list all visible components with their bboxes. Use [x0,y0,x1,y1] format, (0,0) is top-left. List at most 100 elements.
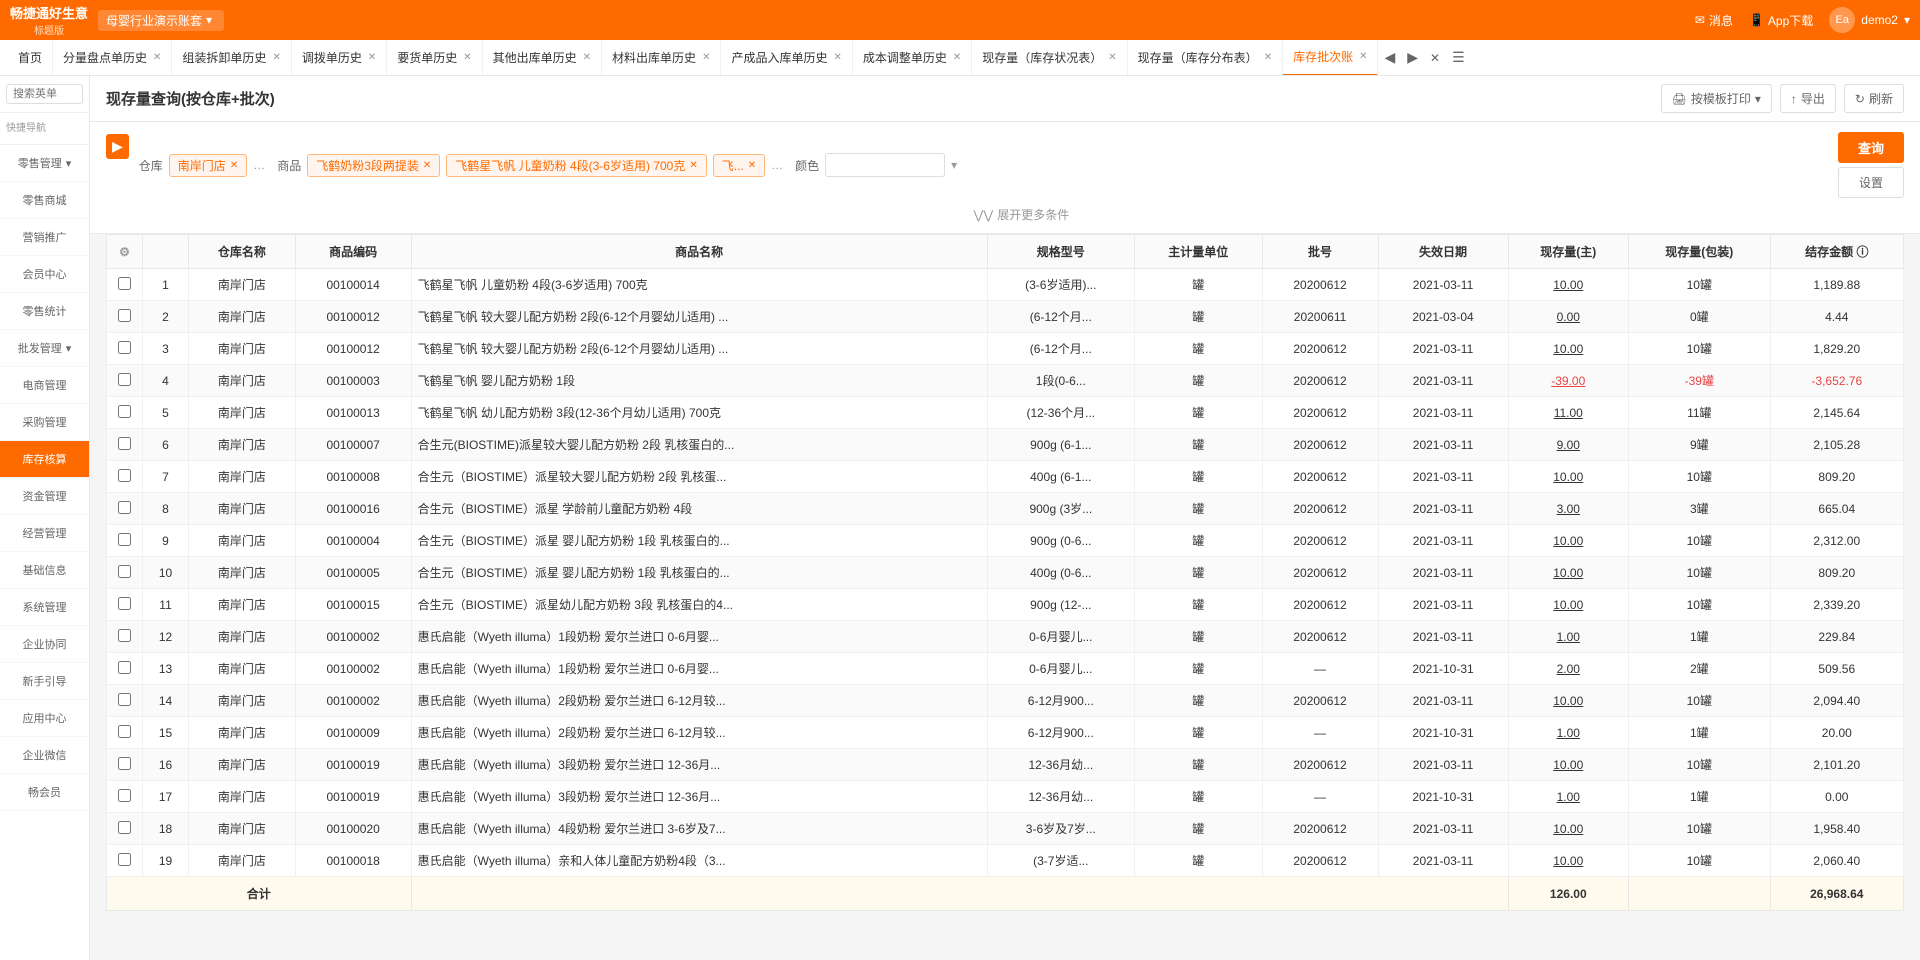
print-btn[interactable]: 🖨 按模板打印 ▾ [1661,84,1772,113]
app-download-btn[interactable]: 📱 App下载 [1749,12,1813,29]
product-tag-2[interactable]: 飞鹤星飞帆 儿童奶粉 4段(3-6岁适用) 700克 ✕ [446,154,706,177]
export-btn[interactable]: ↑ 导出 [1780,84,1836,113]
nav-tab-3[interactable]: 调拨单历史 ✕ [292,40,387,76]
sidebar-item-app-center[interactable]: 应用中心 [0,700,89,737]
sidebar-item-marketing[interactable]: 营销推广 [0,219,89,256]
row-qty[interactable]: 10.00 [1508,813,1629,845]
sidebar-item-inventory[interactable]: 库存核算 [0,441,89,478]
row-checkbox[interactable] [107,333,143,365]
sidebar-item-member[interactable]: 会员中心 [0,256,89,293]
expand-more-btn[interactable]: ⋁⋁ 展开更多条件 [974,206,1070,223]
row-qty-pkg: 10罐 [1629,845,1771,877]
row-checkbox[interactable] [107,525,143,557]
warehouse-tag[interactable]: 南岸门店 ✕ [169,154,247,177]
nav-tab-10[interactable]: 现存量（库存分布表） ✕ [1128,40,1283,76]
row-checkbox[interactable] [107,717,143,749]
row-qty[interactable]: 10.00 [1508,461,1629,493]
sidebar-item-operation[interactable]: 经营管理 [0,515,89,552]
sidebar-item-member2[interactable]: 畅会员 [0,774,89,811]
row-warehouse: 南岸门店 [189,525,296,557]
sidebar-item-wechat[interactable]: 企业微信 [0,737,89,774]
row-checkbox[interactable] [107,557,143,589]
row-checkbox[interactable] [107,365,143,397]
nav-arrow-left[interactable]: ◀ [1378,49,1401,66]
row-qty[interactable]: 9.00 [1508,429,1629,461]
nav-tab-1[interactable]: 分量盘点单历史 ✕ [53,40,172,76]
nav-tab-5[interactable]: 其他出库单历史 ✕ [483,40,602,76]
nav-menu-btn[interactable]: ☰ [1446,49,1471,66]
nav-arrow-right[interactable]: ▶ [1401,49,1424,66]
row-checkbox[interactable] [107,397,143,429]
row-checkbox[interactable] [107,589,143,621]
row-checkbox[interactable] [107,269,143,301]
nav-close-btn[interactable]: ✕ [1424,51,1446,65]
row-qty[interactable]: 1.00 [1508,781,1629,813]
product-tag-1[interactable]: 飞鹤奶粉3段两提装 ✕ [307,154,440,177]
row-qty[interactable]: 10.00 [1508,749,1629,781]
row-qty[interactable]: 3.00 [1508,493,1629,525]
row-checkbox[interactable] [107,845,143,877]
filter-expand-btn[interactable]: ▶ [106,134,129,159]
row-qty[interactable]: 10.00 [1508,269,1629,301]
row-checkbox[interactable] [107,813,143,845]
row-qty[interactable]: 10.00 [1508,557,1629,589]
sidebar-item-ecommerce[interactable]: 电商管理 [0,367,89,404]
color-filter: 颜色 ▾ [795,153,957,177]
sidebar-item-wholesale[interactable]: 批发管理 ▾ [0,330,89,367]
row-checkbox[interactable] [107,429,143,461]
sidebar-item-finance[interactable]: 资金管理 [0,478,89,515]
color-input[interactable] [825,153,945,177]
nav-tab-4[interactable]: 要货单历史 ✕ [387,40,482,76]
row-qty[interactable]: 10.00 [1508,845,1629,877]
row-checkbox[interactable] [107,653,143,685]
row-amount: 809.20 [1770,461,1903,493]
row-checkbox[interactable] [107,781,143,813]
row-expiry: 2021-03-11 [1378,621,1508,653]
nav-tab-11[interactable]: 库存批次账 ✕ [1283,40,1378,76]
sidebar-item-enterprise[interactable]: 企业协同 [0,626,89,663]
row-qty[interactable]: 1.00 [1508,717,1629,749]
row-qty[interactable]: -39.00 [1508,365,1629,397]
messages-btn[interactable]: ✉ 消息 [1695,12,1733,29]
query-btn[interactable]: 查询 [1838,132,1904,163]
row-qty[interactable]: 1.00 [1508,621,1629,653]
row-expiry: 2021-10-31 [1378,781,1508,813]
sidebar-item-retail-mall[interactable]: 零售商城 [0,182,89,219]
row-name: 惠氏启能（Wyeth illuma）亲和人体儿童配方奶粉4段（3... [411,845,987,877]
account-selector[interactable]: 母婴行业演示账套 ▾ [98,10,224,31]
sidebar-item-basic-info[interactable]: 基础信息 [0,552,89,589]
sidebar-item-purchase[interactable]: 采购管理 [0,404,89,441]
sidebar-item-system[interactable]: 系统管理 [0,589,89,626]
row-checkbox[interactable] [107,685,143,717]
row-checkbox[interactable] [107,301,143,333]
row-checkbox[interactable] [107,749,143,781]
search-input[interactable] [6,84,83,104]
row-qty[interactable]: 10.00 [1508,685,1629,717]
nav-tab-7[interactable]: 产成品入库单历史 ✕ [721,40,852,76]
row-checkbox[interactable] [107,461,143,493]
row-checkbox[interactable] [107,493,143,525]
row-qty[interactable]: 11.00 [1508,397,1629,429]
nav-tab-home[interactable]: 首页 [8,40,53,76]
sidebar-item-retail-stats[interactable]: 零售统计 [0,293,89,330]
row-expiry: 2021-03-11 [1378,557,1508,589]
row-batch: 20200612 [1262,333,1378,365]
product-tag-more[interactable]: 飞... ✕ [713,154,765,177]
row-qty[interactable]: 10.00 [1508,333,1629,365]
refresh-btn[interactable]: ↻ 刷新 [1844,84,1904,113]
nav-tab-6[interactable]: 材料出库单历史 ✕ [602,40,721,76]
sidebar-item-retail-management[interactable]: 零售管理 ▾ [0,145,89,182]
row-unit: 罐 [1134,429,1262,461]
row-checkbox[interactable] [107,621,143,653]
th-settings[interactable]: ⚙ [107,235,143,269]
nav-tab-8[interactable]: 成本调整单历史 ✕ [853,40,972,76]
row-qty[interactable]: 10.00 [1508,589,1629,621]
row-qty[interactable]: 10.00 [1508,525,1629,557]
row-qty[interactable]: 2.00 [1508,653,1629,685]
setting-btn[interactable]: 设置 [1838,167,1904,198]
sidebar-item-newbie[interactable]: 新手引导 [0,663,89,700]
nav-tab-9[interactable]: 现存量（库存状况表） ✕ [972,40,1127,76]
row-qty[interactable]: 0.00 [1508,301,1629,333]
user-avatar[interactable]: Ea demo2 ▾ [1829,7,1910,33]
nav-tab-2[interactable]: 组装拆卸单历史 ✕ [172,40,291,76]
